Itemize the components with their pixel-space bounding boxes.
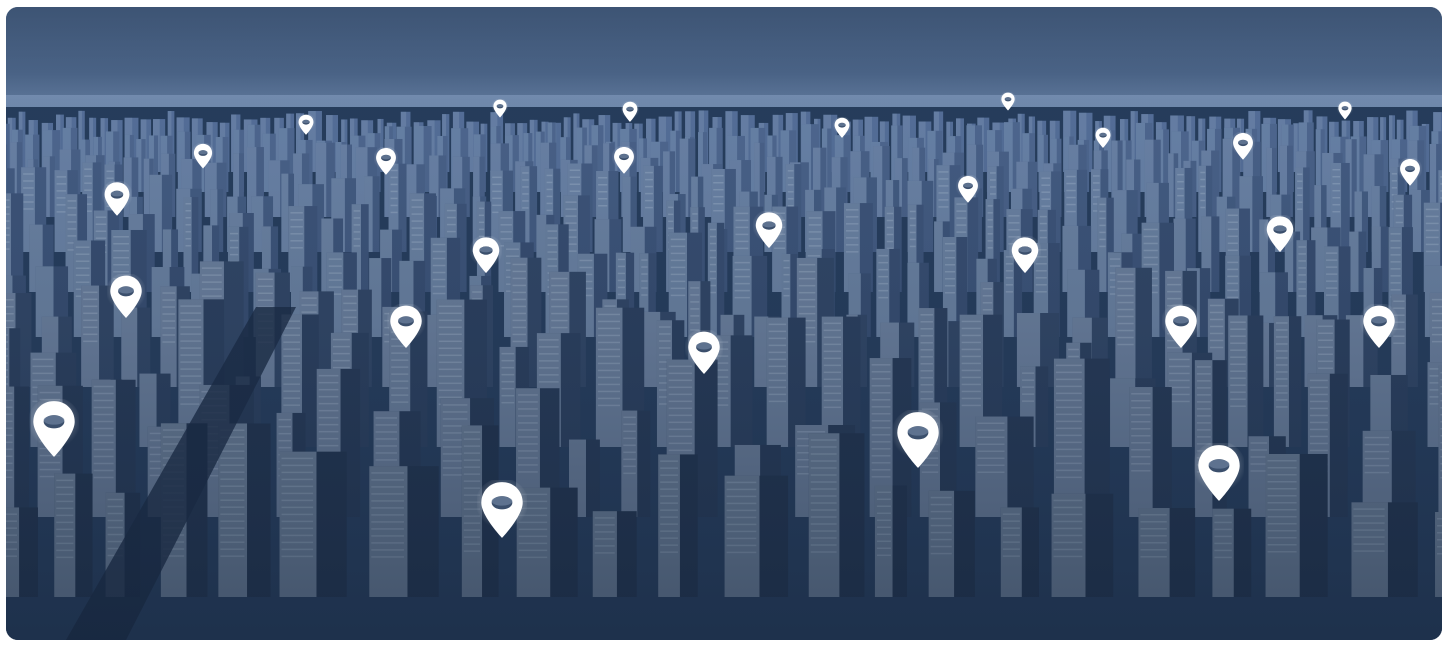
location-pin-icon (475, 477, 529, 540)
location-pin-icon (1358, 302, 1400, 350)
location-pin-icon (1093, 126, 1113, 149)
location-pin-icon (385, 302, 427, 350)
city-aerial-photo (6, 7, 1442, 640)
location-pin-icon (100, 179, 134, 217)
location-pin-icon (1230, 131, 1256, 161)
cityscape (6, 7, 1442, 640)
location-pin-icon (1007, 234, 1043, 274)
location-pin-icon (1397, 157, 1423, 187)
location-pin-icon (191, 142, 215, 169)
location-pin-icon (999, 91, 1017, 111)
location-pin-icon (832, 116, 852, 139)
location-pin-icon (751, 209, 787, 249)
location-pin-icon (491, 98, 509, 118)
location-pin-icon (1160, 302, 1202, 350)
location-pin-icon (1192, 440, 1246, 503)
location-pin-icon (373, 146, 399, 176)
location-pin-icon (955, 174, 981, 204)
location-pin-icon (468, 234, 504, 274)
location-pin-icon (611, 145, 637, 175)
vignette (6, 7, 1442, 640)
location-pin-icon (620, 100, 640, 123)
location-pin-icon (105, 272, 147, 320)
location-pin-icon (683, 328, 725, 376)
location-pin-icon (891, 407, 945, 470)
location-pin-icon (1262, 213, 1298, 253)
location-pin-icon (27, 396, 81, 459)
location-pin-icon (1336, 100, 1354, 120)
location-pin-icon (296, 113, 316, 136)
